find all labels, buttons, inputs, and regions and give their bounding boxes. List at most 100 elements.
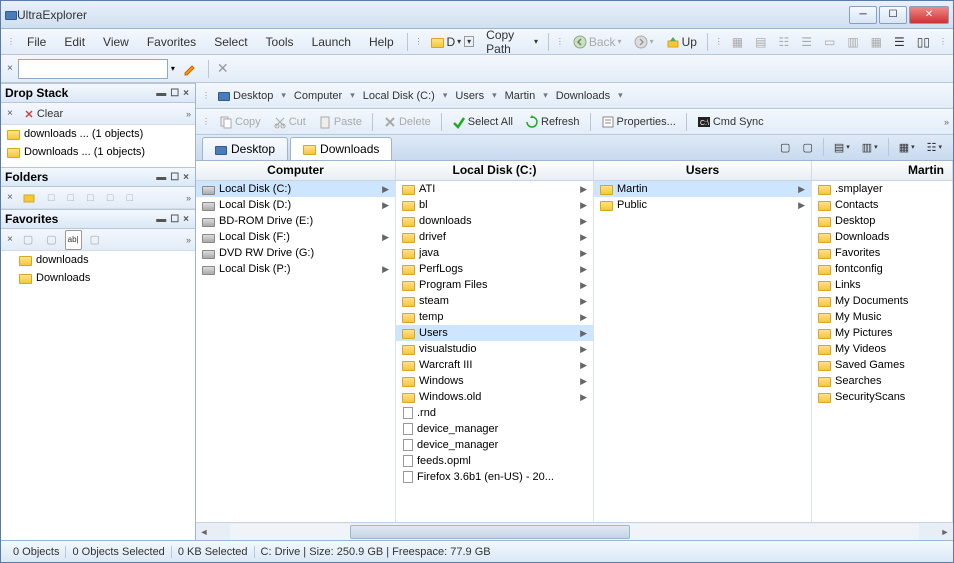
tool-icon[interactable]: ▢ xyxy=(85,230,105,250)
close-icon[interactable]: × xyxy=(5,234,15,245)
dropdown-icon[interactable]: ▾ xyxy=(171,64,175,73)
list-item[interactable]: .rnd xyxy=(396,405,593,421)
horizontal-scrollbar[interactable]: ◄ ► xyxy=(196,522,953,540)
list-item[interactable]: Public▶ xyxy=(594,197,811,213)
list-item[interactable]: ATI▶ xyxy=(396,181,593,197)
clear-button[interactable]: Clear xyxy=(18,104,68,124)
back-button[interactable]: Back ▾ xyxy=(568,32,627,52)
chevron-icon[interactable]: ▾ xyxy=(348,90,357,101)
copy-path-button[interactable]: Copy Path ▾ xyxy=(481,32,543,52)
col-header-martin[interactable]: Martin xyxy=(812,161,953,180)
list-item[interactable]: My Pictures xyxy=(812,325,952,341)
view-tool-icon[interactable]: ▤▾ xyxy=(829,137,855,157)
breadcrumb-disk[interactable]: Local Disk (C:) xyxy=(358,88,440,104)
list-item[interactable]: visualstudio▶ xyxy=(396,341,593,357)
tab-downloads[interactable]: Downloads xyxy=(290,137,392,160)
list-item[interactable]: .smplayer xyxy=(812,181,952,197)
chevron-icon[interactable]: ▾ xyxy=(541,90,550,101)
tab-desktop[interactable]: Desktop xyxy=(202,137,288,160)
list-item[interactable]: steam▶ xyxy=(396,293,593,309)
breadcrumb-martin[interactable]: Martin xyxy=(500,88,541,104)
close-panel-icon[interactable]: × xyxy=(181,214,191,225)
list-item[interactable]: downloads▶ xyxy=(396,213,593,229)
col-header-localc[interactable]: Local Disk (C:) xyxy=(396,161,594,180)
list-item[interactable]: My Videos xyxy=(812,341,952,357)
dropstack-item[interactable]: Downloads ... (1 objects) xyxy=(1,143,195,161)
view-icons-4[interactable]: ☰ xyxy=(796,32,817,52)
copy-button[interactable]: Copy xyxy=(214,112,266,132)
menu-edit[interactable]: Edit xyxy=(56,32,93,52)
list-item[interactable]: Local Disk (C:)▶ xyxy=(196,181,395,197)
close-icon[interactable]: ✕ xyxy=(215,60,231,77)
chevron-icon[interactable]: ▾ xyxy=(490,90,499,101)
chevron-icon[interactable]: » xyxy=(186,193,191,203)
list-item[interactable]: Windows.old▶ xyxy=(396,389,593,405)
dropstack-item[interactable]: downloads ... (1 objects) xyxy=(1,125,195,143)
select-all-button[interactable]: Select All xyxy=(447,112,518,132)
tool-icon[interactable]: □ xyxy=(43,188,60,208)
list-item[interactable]: Firefox 3.6b1 (en-US) - 20... xyxy=(396,469,593,485)
list-item[interactable]: Warcraft III▶ xyxy=(396,357,593,373)
scrollbar-thumb[interactable] xyxy=(350,525,630,539)
favorite-item[interactable]: downloads xyxy=(1,251,195,269)
list-item[interactable]: feeds.opml xyxy=(396,453,593,469)
list-item[interactable]: drivef▶ xyxy=(396,229,593,245)
menu-tools[interactable]: Tools xyxy=(258,32,302,52)
list-item[interactable]: bl▶ xyxy=(396,197,593,213)
list-item[interactable]: fontconfig xyxy=(812,261,952,277)
close-panel-icon[interactable]: × xyxy=(181,172,191,183)
menu-launch[interactable]: Launch xyxy=(304,32,359,52)
edit-search-icon[interactable] xyxy=(178,59,202,79)
collapse-icon[interactable]: ▬ xyxy=(154,172,168,183)
view-columns-icon[interactable]: ▯▯ xyxy=(912,32,935,52)
view-tool-icon[interactable]: ▢ xyxy=(775,137,795,157)
view-icons-1[interactable]: ▦ xyxy=(727,32,748,52)
list-item[interactable]: Searches xyxy=(812,373,952,389)
delete-button[interactable]: Delete xyxy=(378,112,436,132)
tool-icon[interactable]: □ xyxy=(121,188,138,208)
maximize-button[interactable]: ☐ xyxy=(879,6,907,24)
view-tool-icon[interactable]: ▢ xyxy=(797,137,817,157)
rename-icon[interactable]: ab| xyxy=(65,230,82,250)
view-icons-3[interactable]: ☷ xyxy=(773,32,794,52)
up-button[interactable]: Up xyxy=(661,32,702,52)
list-item[interactable]: Favorites xyxy=(812,245,952,261)
list-item[interactable]: device_manager xyxy=(396,437,593,453)
list-item[interactable]: Program Files▶ xyxy=(396,277,593,293)
folder-tool-icon[interactable] xyxy=(18,188,40,208)
list-item[interactable]: Contacts xyxy=(812,197,952,213)
chevron-icon[interactable]: » xyxy=(186,109,191,119)
menu-file[interactable]: File xyxy=(19,32,54,52)
list-item[interactable]: device_manager xyxy=(396,421,593,437)
menu-select[interactable]: Select xyxy=(206,32,255,52)
collapse-icon[interactable]: ▬ xyxy=(154,214,168,225)
tool-icon[interactable]: □ xyxy=(102,188,119,208)
list-item[interactable]: Martin▶ xyxy=(594,181,811,197)
tool-icon[interactable]: □ xyxy=(82,188,99,208)
close-button[interactable]: ✕ xyxy=(909,6,949,24)
close-icon[interactable]: × xyxy=(5,108,15,119)
search-input[interactable] xyxy=(18,59,168,79)
pin-icon[interactable]: ☐ xyxy=(168,214,181,225)
list-item[interactable]: Local Disk (F:)▶ xyxy=(196,229,395,245)
list-item[interactable]: Users▶ xyxy=(396,325,593,341)
chevron-icon[interactable]: » xyxy=(186,235,191,245)
list-item[interactable]: PerfLogs▶ xyxy=(396,261,593,277)
list-item[interactable]: Windows▶ xyxy=(396,373,593,389)
list-item[interactable]: DVD RW Drive (G:) xyxy=(196,245,395,261)
minimize-button[interactable]: ─ xyxy=(849,6,877,24)
chevron-icon[interactable]: ▾ xyxy=(616,90,625,101)
breadcrumb-users[interactable]: Users xyxy=(450,88,489,104)
view-icons-7[interactable]: ▦ xyxy=(866,32,887,52)
view-tool-icon[interactable]: ▥▾ xyxy=(857,137,883,157)
chevron-icon[interactable]: ▾ xyxy=(279,90,288,101)
view-icons-5[interactable]: ▭ xyxy=(819,32,840,52)
properties-button[interactable]: Properties... xyxy=(596,112,681,132)
breadcrumb-downloads[interactable]: Downloads xyxy=(551,88,615,104)
view-icons-6[interactable]: ▥ xyxy=(842,32,863,52)
pin-icon[interactable]: ☐ xyxy=(168,172,181,183)
view-tool-icon[interactable]: ▦▾ xyxy=(894,137,920,157)
view-tool-icon[interactable]: ☷▾ xyxy=(922,137,947,157)
collapse-icon[interactable]: ▬ xyxy=(154,88,168,99)
list-item[interactable]: My Music xyxy=(812,309,952,325)
